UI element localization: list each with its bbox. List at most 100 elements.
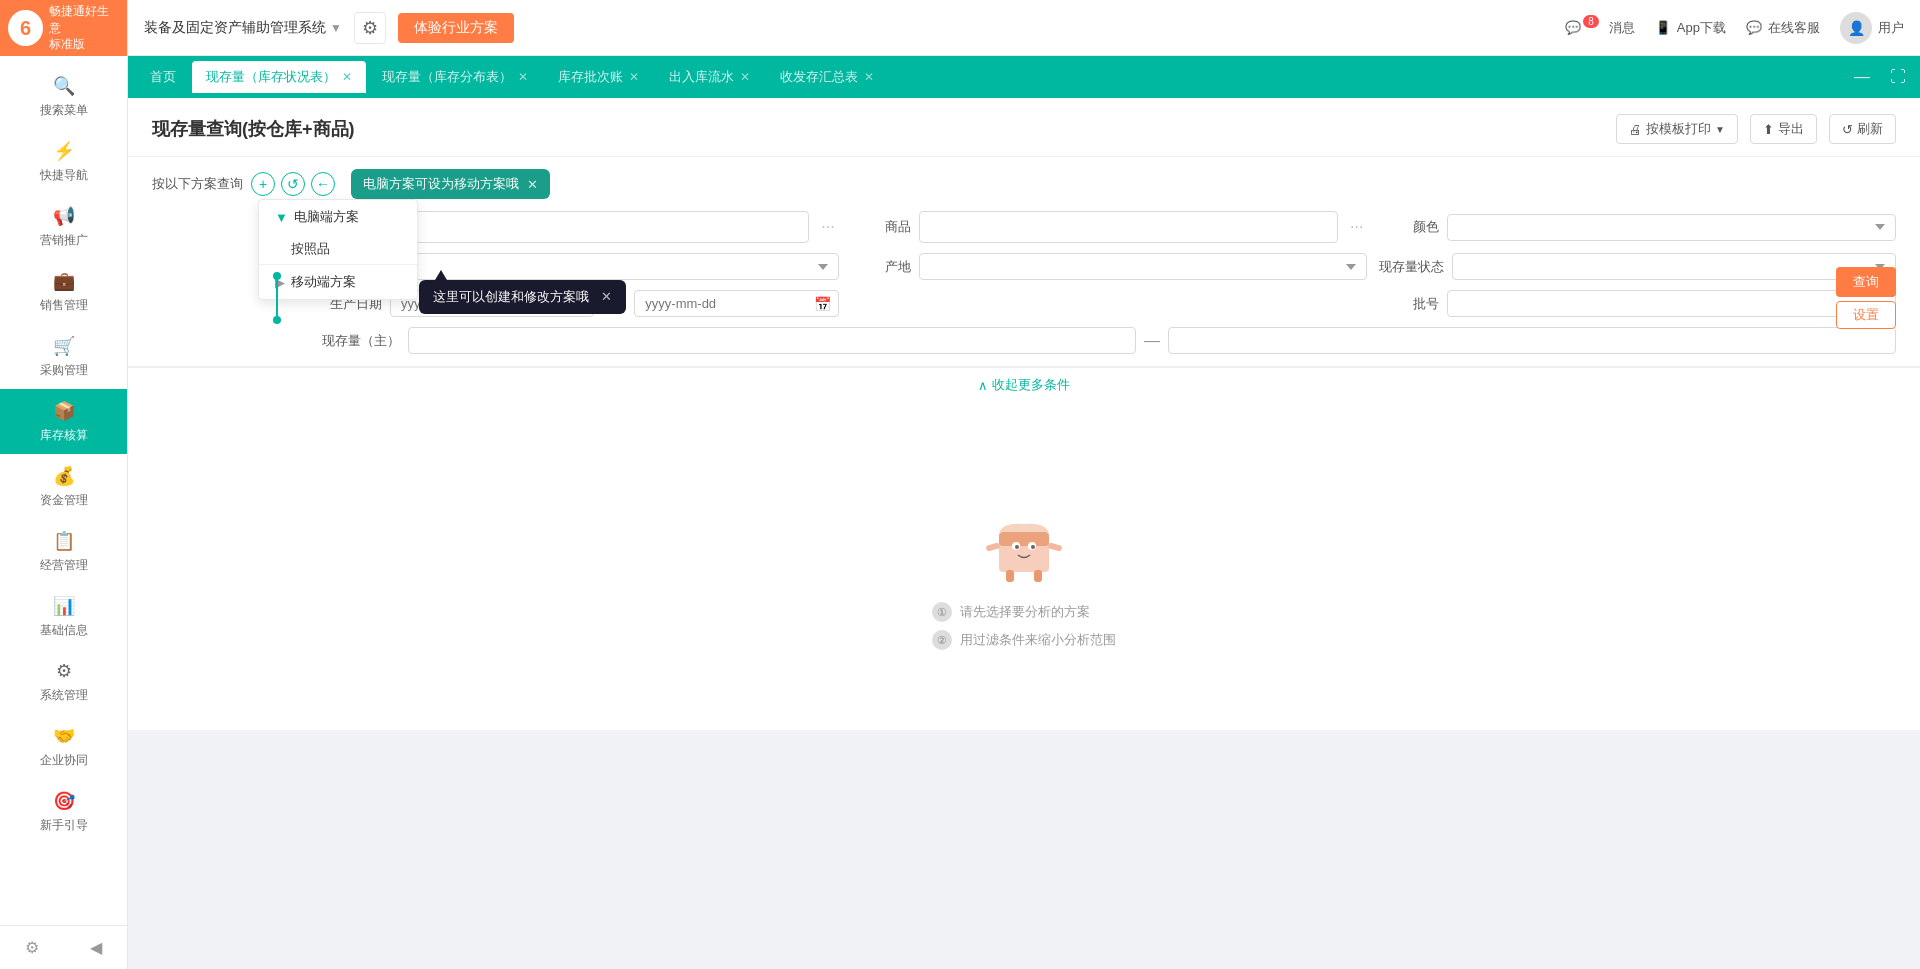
batch-input[interactable] (1447, 290, 1896, 317)
filter-field-batch: 批号 (1379, 290, 1896, 317)
page-title: 现存量查询(按仓库+商品) (152, 117, 355, 141)
product-dots-icon[interactable]: ··· (1346, 218, 1367, 236)
scheme-pc-item[interactable]: ▼ 电脑端方案 (259, 200, 417, 234)
date-to-input[interactable] (634, 290, 838, 317)
filter-field-status: 现存量状态 (1379, 253, 1896, 280)
tab-close-icon[interactable]: ✕ (342, 70, 352, 84)
export-label: 导出 (1778, 120, 1804, 138)
size-select[interactable] (390, 253, 839, 280)
basic-icon: 📊 (52, 594, 76, 618)
sidebar-item-operation[interactable]: 📋 经营管理 (0, 519, 127, 584)
tab-inventory-status[interactable]: 现存量（库存状况表） ✕ (192, 61, 366, 93)
sidebar-settings-button[interactable]: ⚙ (25, 938, 39, 957)
tab-minimize-button[interactable]: — (1848, 63, 1876, 91)
stock-to-input[interactable] (1168, 327, 1896, 354)
user-action[interactable]: 👤 用户 (1840, 12, 1904, 44)
tab-inventory-distribution[interactable]: 现存量（库存分布表） ✕ (368, 61, 542, 93)
scheme-edit-tooltip-close-button[interactable]: ✕ (601, 289, 612, 304)
sidebar-item-quicknav[interactable]: ⚡ 快捷导航 (0, 129, 127, 194)
tab-label: 出入库流水 (669, 68, 734, 86)
sidebar-item-cooperation[interactable]: 🤝 企业协同 (0, 714, 127, 779)
scheme-mobile-item[interactable]: ▶ 移动端方案 (259, 264, 417, 299)
sidebar-item-guide[interactable]: 🎯 新手引导 (0, 779, 127, 844)
online-support-action[interactable]: 💬 在线客服 (1746, 19, 1820, 37)
sidebar-item-label: 快捷导航 (40, 167, 88, 184)
export-button[interactable]: ⬆ 导出 (1750, 114, 1817, 144)
refresh-button[interactable]: ↺ 刷新 (1829, 114, 1896, 144)
calendar-to-icon[interactable]: 📅 (814, 296, 831, 312)
sidebar-item-label: 企业协同 (40, 752, 88, 769)
status-select[interactable] (1452, 253, 1896, 280)
search-button[interactable]: 查询 (1836, 267, 1896, 297)
set-button[interactable]: 设置 (1836, 301, 1896, 329)
scheme-tooltip-close-button[interactable]: ✕ (527, 177, 538, 192)
scheme-pc-sub-item[interactable]: 按照品 (259, 234, 417, 264)
print-button[interactable]: 🖨 按模板打印 ▼ (1616, 114, 1738, 144)
stock-main-label: 现存量（主） (322, 332, 400, 350)
message-label: 消息 (1609, 19, 1635, 37)
color-select[interactable] (1447, 214, 1896, 241)
page-actions: 🖨 按模板打印 ▼ ⬆ 导出 ↺ 刷新 (1616, 114, 1896, 144)
quicknav-icon: ⚡ (52, 139, 76, 163)
scheme-mobile-label: 移动端方案 (291, 273, 356, 291)
scheme-edit-tooltip-text: 这里可以创建和修改方案哦 (433, 289, 589, 304)
scheme-tooltip: 电脑方案可设为移动方案哦 ✕ (351, 169, 550, 199)
tab-inout-flow[interactable]: 出入库流水 ✕ (655, 61, 764, 93)
color-label: 颜色 (1379, 218, 1439, 236)
tab-close-icon[interactable]: ✕ (629, 70, 639, 84)
tab-close-icon[interactable]: ✕ (740, 70, 750, 84)
tab-close-icon[interactable]: ✕ (864, 70, 874, 84)
tab-label: 现存量（库存分布表） (382, 68, 512, 86)
sidebar-item-basic[interactable]: 📊 基础信息 (0, 584, 127, 649)
tab-label: 现存量（库存状况表） (206, 68, 336, 86)
page-area: 现存量查询(按仓库+商品) 🖨 按模板打印 ▼ ⬆ 导出 ↺ 刷新 (128, 98, 1920, 969)
system-name-dropdown[interactable]: 装备及固定资产辅助管理系统 ▼ (144, 19, 342, 37)
empty-hint-1: ① 请先选择要分析的方案 (932, 602, 1116, 622)
sidebar-item-finance[interactable]: 💰 资金管理 (0, 454, 127, 519)
sidebar-bottom: ⚙ ◀ (0, 925, 127, 969)
warehouse-input[interactable] (390, 211, 809, 243)
origin-select[interactable] (919, 253, 1368, 280)
sidebar-item-marketing[interactable]: 📢 营销推广 (0, 194, 127, 259)
message-action[interactable]: 💬 8 消息 (1565, 19, 1635, 37)
tab-summary[interactable]: 收发存汇总表 ✕ (766, 61, 888, 93)
sidebar-item-search[interactable]: 🔍 搜索菜单 (0, 64, 127, 129)
message-icon: 💬 (1565, 20, 1581, 35)
industry-plan-button[interactable]: 体验行业方案 (398, 13, 514, 43)
product-input[interactable] (919, 211, 1338, 243)
tab-maximize-button[interactable]: ⛶ (1884, 63, 1912, 91)
svg-rect-8 (1006, 570, 1014, 582)
svg-rect-7 (1047, 542, 1062, 551)
sidebar-item-purchase[interactable]: 🛒 采购管理 (0, 324, 127, 389)
tab-label: 库存批次账 (558, 68, 623, 86)
stock-from-input[interactable] (408, 327, 1136, 354)
page-header: 现存量查询(按仓库+商品) 🖨 按模板打印 ▼ ⬆ 导出 ↺ 刷新 (128, 98, 1920, 157)
tab-batch-account[interactable]: 库存批次账 ✕ (544, 61, 653, 93)
cooperation-icon: 🤝 (52, 724, 76, 748)
svg-rect-6 (985, 542, 1000, 551)
filter-back-button[interactable]: ← (311, 172, 335, 196)
warehouse-dots-icon[interactable]: ··· (817, 218, 838, 236)
sidebar-item-inventory[interactable]: 📦 库存核算 (0, 389, 127, 454)
svg-rect-1 (999, 532, 1049, 546)
app-download-action[interactable]: 📱 App下载 (1655, 19, 1726, 37)
sidebar-item-label: 营销推广 (40, 232, 88, 249)
sidebar-item-system[interactable]: ⚙ 系统管理 (0, 649, 127, 714)
tab-close-icon[interactable]: ✕ (518, 70, 528, 84)
sidebar-item-sales[interactable]: 💼 销售管理 (0, 259, 127, 324)
chevron-up-icon: ∧ (978, 378, 988, 393)
stock-dash: — (1144, 332, 1160, 350)
filter-refresh-button[interactable]: ↺ (281, 172, 305, 196)
header-settings-button[interactable]: ⚙ (354, 12, 386, 44)
sidebar-collapse-button[interactable]: ◀ (90, 938, 102, 957)
filter-add-button[interactable]: + (251, 172, 275, 196)
collapse-bar[interactable]: ∧ 收起更多条件 (128, 367, 1920, 402)
guide-icon: 🎯 (52, 789, 76, 813)
scheme-expand-icon: ▼ (275, 210, 288, 225)
tab-home[interactable]: 首页 (136, 61, 190, 93)
sales-icon: 💼 (52, 269, 76, 293)
refresh-small-icon: ↺ (287, 176, 299, 192)
collapse-label: 收起更多条件 (992, 376, 1070, 394)
sidebar-item-label: 搜索菜单 (40, 102, 88, 119)
sidebar-item-label: 库存核算 (40, 427, 88, 444)
